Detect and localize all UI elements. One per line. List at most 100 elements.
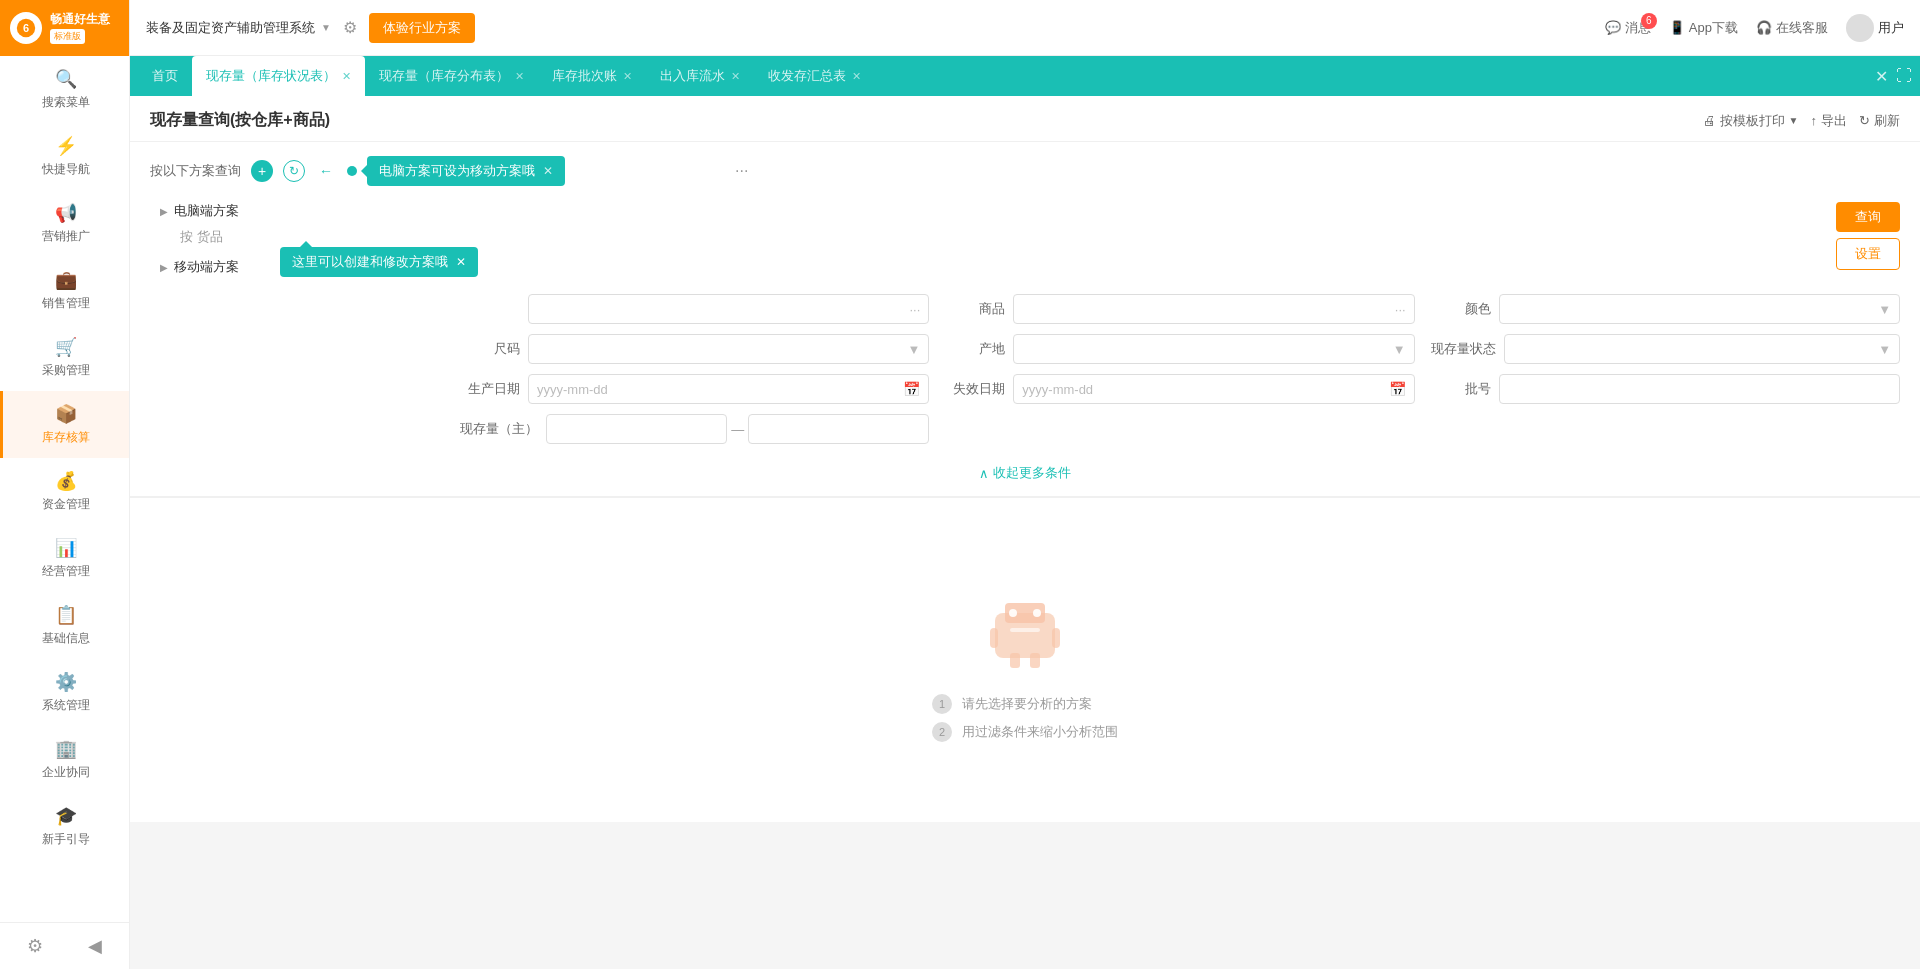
step-num-1: 1 xyxy=(932,694,952,714)
refresh-scheme-btn[interactable]: ↻ xyxy=(283,160,305,182)
svg-point-4 xyxy=(1009,609,1017,617)
back-btn[interactable]: ← xyxy=(315,160,337,182)
svg-point-5 xyxy=(1033,609,1041,617)
logo-name: 畅通好生意 xyxy=(50,12,110,28)
sidebar-item-guide[interactable]: 🎓 新手引导 xyxy=(0,793,129,860)
sidebar-item-operations[interactable]: 📊 经营管理 xyxy=(0,525,129,592)
support-btn[interactable]: 🎧 在线客服 xyxy=(1756,19,1828,37)
sidebar-item-purchase[interactable]: 🛒 采购管理 xyxy=(0,324,129,391)
settings-icon[interactable]: ⚙ xyxy=(27,935,43,957)
origin-select[interactable]: ▼ xyxy=(1013,334,1414,364)
sidebar-item-basic-info[interactable]: 📋 基础信息 xyxy=(0,592,129,659)
sidebar-item-search-menu[interactable]: 🔍 搜索菜单 xyxy=(0,56,129,123)
sidebar-item-label: 搜索菜单 xyxy=(42,94,90,111)
filter-area: 按以下方案查询 + ↻ ← 电脑方案可设为移动方案哦 ✕ ··· xyxy=(130,142,1920,497)
production-date-input[interactable]: yyyy-mm-dd 📅 xyxy=(528,374,929,404)
dots-icon: ··· xyxy=(1395,302,1406,317)
field-expiry-date: 失效日期 yyyy-mm-dd 📅 xyxy=(945,374,1414,404)
tab-close-icon[interactable]: ✕ xyxy=(731,70,740,83)
refresh-btn[interactable]: ↻ 刷新 xyxy=(1859,112,1900,130)
tooltip-close-icon[interactable]: ✕ xyxy=(543,164,553,178)
date-placeholder: yyyy-mm-dd xyxy=(1022,382,1093,397)
tab-inout-flow[interactable]: 出入库流水 ✕ xyxy=(646,56,754,96)
sidebar-item-label: 营销推广 xyxy=(42,228,90,245)
tab-home[interactable]: 首页 xyxy=(138,67,192,85)
search-menu-icon: 🔍 xyxy=(55,68,77,90)
sidebar-item-label: 采购管理 xyxy=(42,362,90,379)
empty-state: 1 请先选择要分析的方案 2 用过滤条件来缩小分析范围 xyxy=(130,498,1920,822)
sub-scheme-area: 按 货品 xyxy=(180,226,1900,248)
stock-min-input[interactable] xyxy=(546,414,727,444)
sidebar-item-quick-nav[interactable]: ⚡ 快捷导航 xyxy=(0,123,129,190)
message-badge: 6 xyxy=(1641,13,1657,29)
tab-batch-ledger[interactable]: 库存批次账 ✕ xyxy=(538,56,646,96)
tab-recv-summary[interactable]: 收发存汇总表 ✕ xyxy=(754,56,875,96)
stock-max-input[interactable] xyxy=(748,414,929,444)
batch-input[interactable] xyxy=(1499,374,1900,404)
sidebar-item-inventory[interactable]: 📦 库存核算 xyxy=(0,391,129,458)
export-btn[interactable]: ↑ 导出 xyxy=(1811,112,1848,130)
close-tab-icon[interactable]: ✕ xyxy=(1875,67,1888,86)
sidebar-item-label: 资金管理 xyxy=(42,496,90,513)
edit-tooltip-text: 这里可以创建和修改方案哦 xyxy=(292,253,448,271)
color-select[interactable]: ▼ xyxy=(1499,294,1900,324)
query-btn[interactable]: 查询 xyxy=(1836,202,1900,232)
page-header: 现存量查询(按仓库+商品) 🖨 按模板打印 ▼ ↑ 导出 ↻ 刷新 xyxy=(130,96,1920,142)
stock-status-select[interactable]: ▼ xyxy=(1504,334,1900,364)
message-btn[interactable]: 💬 消息 6 xyxy=(1605,19,1651,37)
calendar-icon: 📅 xyxy=(1389,381,1406,397)
user-btn[interactable]: 用户 xyxy=(1846,14,1904,42)
tab-close-icon[interactable]: ✕ xyxy=(623,70,632,83)
logo-badge: 标准版 xyxy=(50,29,85,44)
scheme-mobile-label: 移动端方案 xyxy=(174,258,239,276)
expiry-date-input[interactable]: yyyy-mm-dd 📅 xyxy=(1013,374,1414,404)
sidebar-item-system[interactable]: ⚙️ 系统管理 xyxy=(0,659,129,726)
color-label: 颜色 xyxy=(1431,300,1491,318)
gear-icon[interactable]: ⚙ xyxy=(343,18,357,37)
filter-fields-area: ··· 商品 ··· 颜色 xyxy=(150,294,1900,444)
scheme-tree: ▶ 电脑端方案 xyxy=(160,198,1900,224)
print-template-btn[interactable]: 🖨 按模板打印 ▼ xyxy=(1703,112,1799,130)
maximize-icon[interactable]: ⛶ xyxy=(1896,67,1912,85)
sidebar-item-marketing[interactable]: 📢 营销推广 xyxy=(0,190,129,257)
headset-icon: 🎧 xyxy=(1756,20,1772,35)
sidebar-item-sales[interactable]: 💼 销售管理 xyxy=(0,257,129,324)
basic-info-icon: 📋 xyxy=(55,604,77,626)
sidebar-item-finance[interactable]: 💰 资金管理 xyxy=(0,458,129,525)
app-download-btn[interactable]: 📱 App下载 xyxy=(1669,19,1738,37)
filter-actions: 查询 设置 xyxy=(1836,202,1900,270)
scheme-pc-item[interactable]: ▶ 电脑端方案 xyxy=(160,198,1900,224)
dropdown-arrow-icon: ▼ xyxy=(321,22,331,33)
tab-inventory-dist[interactable]: 现存量（库存分布表） ✕ xyxy=(365,56,538,96)
collapse-btn[interactable]: ∧ 收起更多条件 xyxy=(979,464,1071,482)
svg-rect-6 xyxy=(1010,628,1040,632)
product-select[interactable]: ··· xyxy=(1013,294,1414,324)
size-select[interactable]: ▼ xyxy=(528,334,929,364)
field-batch: 批号 xyxy=(1431,374,1900,404)
app-label: App下载 xyxy=(1689,19,1738,37)
set-btn[interactable]: 设置 xyxy=(1836,238,1900,270)
sidebar-item-label: 快捷导航 xyxy=(42,161,90,178)
add-scheme-btn[interactable]: + xyxy=(251,160,273,182)
empty-illustration xyxy=(975,578,1075,678)
operations-icon: 📊 xyxy=(55,537,77,559)
collapse-sidebar-icon[interactable]: ◀ xyxy=(88,935,102,957)
svg-text:6: 6 xyxy=(23,22,29,34)
tab-close-icon[interactable]: ✕ xyxy=(342,70,351,83)
calendar-icon: 📅 xyxy=(903,381,920,397)
warehouse-select[interactable]: ··· xyxy=(528,294,929,324)
filter-dots-1[interactable]: ··· xyxy=(735,162,748,180)
svg-rect-10 xyxy=(1030,653,1040,668)
trial-btn[interactable]: 体验行业方案 xyxy=(369,13,475,43)
production-date-label: 生产日期 xyxy=(460,380,520,398)
stock-status-label: 现存量状态 xyxy=(1431,340,1496,358)
tab-close-icon[interactable]: ✕ xyxy=(515,70,524,83)
dropdown-arrow: ▼ xyxy=(1878,342,1891,357)
tab-close-icon[interactable]: ✕ xyxy=(852,70,861,83)
svg-rect-8 xyxy=(1052,628,1060,648)
edit-tooltip-close-icon[interactable]: ✕ xyxy=(456,255,466,269)
expand-arrow-icon: ▶ xyxy=(160,206,168,217)
sidebar-item-enterprise[interactable]: 🏢 企业协同 xyxy=(0,726,129,793)
tab-inventory-status[interactable]: 现存量（库存状况表） ✕ xyxy=(192,56,365,96)
message-icon: 💬 xyxy=(1605,20,1621,35)
